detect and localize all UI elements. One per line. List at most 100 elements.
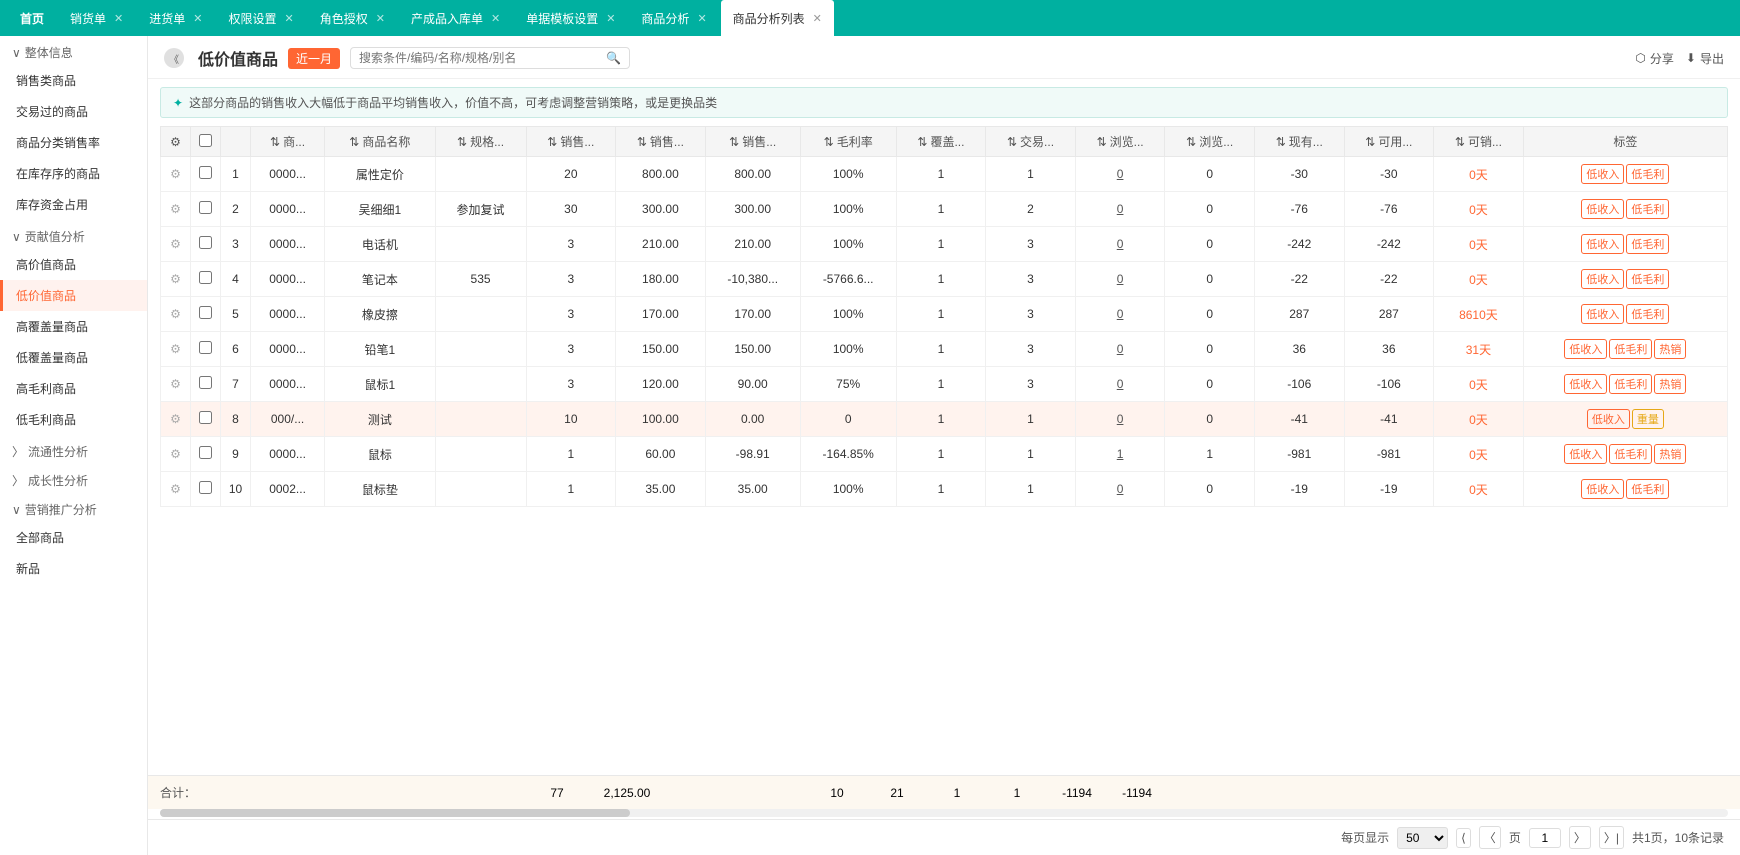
filter-tag-button[interactable]: 近一月 <box>288 48 340 69</box>
row-checkbox-cell[interactable] <box>191 262 221 297</box>
close-icon[interactable]: ✕ <box>813 12 822 25</box>
next-page-button[interactable]: 〉 <box>1569 826 1591 849</box>
row-checkbox[interactable] <box>199 236 212 249</box>
browse1-link[interactable]: 1 <box>1117 447 1124 461</box>
available-column-header[interactable]: ⇅可用... <box>1344 127 1434 157</box>
browse1-column-header[interactable]: ⇅浏览... <box>1075 127 1165 157</box>
sidebar-item-low-margin[interactable]: 低毛利商品 <box>0 404 147 435</box>
margin-column-header[interactable]: ⇅毛利率 <box>800 127 896 157</box>
sidebar-group-overall[interactable]: ∨ 整体信息 <box>0 36 147 65</box>
row-settings[interactable]: ⚙ <box>161 367 191 402</box>
nav-goods-analysis[interactable]: 商品分析 ✕ <box>629 0 718 36</box>
browse1-link[interactable]: 0 <box>1117 167 1124 181</box>
scrollbar-thumb[interactable] <box>160 809 630 817</box>
code-column-header[interactable]: ⇅商... <box>251 127 325 157</box>
sidebar-item-low-coverage[interactable]: 低覆盖量商品 <box>0 342 147 373</box>
sidebar-item-traded-goods[interactable]: 交易过的商品 <box>0 96 147 127</box>
row-settings[interactable]: ⚙ <box>161 332 191 367</box>
saleable-column-header[interactable]: ⇅可销... <box>1434 127 1524 157</box>
nav-home[interactable]: 首页 <box>8 0 56 36</box>
checkbox-column-header[interactable] <box>191 127 221 157</box>
row-checkbox[interactable] <box>199 201 212 214</box>
close-icon[interactable]: ✕ <box>376 12 385 25</box>
current-column-header[interactable]: ⇅现有... <box>1254 127 1344 157</box>
browse1-link[interactable]: 0 <box>1117 342 1124 356</box>
select-all-checkbox[interactable] <box>199 134 212 147</box>
sidebar-item-sales-goods[interactable]: 销售类商品 <box>0 65 147 96</box>
row-checkbox[interactable] <box>199 341 212 354</box>
nav-permission[interactable]: 权限设置 ✕ <box>216 0 305 36</box>
browse1-link[interactable]: 0 <box>1117 377 1124 391</box>
close-icon[interactable]: ✕ <box>114 12 123 25</box>
sidebar-item-instock-goods[interactable]: 在库存序的商品 <box>0 158 147 189</box>
close-icon[interactable]: ✕ <box>193 12 202 25</box>
first-page-button[interactable]: ⟨ <box>1456 828 1471 848</box>
row-settings[interactable]: ⚙ <box>161 157 191 192</box>
browse1-link[interactable]: 0 <box>1117 237 1124 251</box>
page-number-input[interactable] <box>1529 828 1561 848</box>
export-button[interactable]: ⬇ 导出 <box>1686 50 1724 67</box>
sidebar-item-category-rate[interactable]: 商品分类销售率 <box>0 127 147 158</box>
prev-page-button[interactable]: 〈 <box>1479 826 1501 849</box>
row-settings[interactable]: ⚙ <box>161 262 191 297</box>
row-settings[interactable]: ⚙ <box>161 472 191 507</box>
row-checkbox-cell[interactable] <box>191 297 221 332</box>
browse1-link[interactable]: 0 <box>1117 412 1124 426</box>
row-checkbox[interactable] <box>199 166 212 179</box>
row-settings[interactable]: ⚙ <box>161 437 191 472</box>
row-checkbox[interactable] <box>199 411 212 424</box>
nav-salesorder[interactable]: 销货单 ✕ <box>58 0 135 36</box>
last-page-button[interactable]: 〉| <box>1599 826 1624 849</box>
browse1-link[interactable]: 0 <box>1117 272 1124 286</box>
sidebar-item-new-goods[interactable]: 新品 <box>0 553 147 584</box>
page-size-select[interactable]: 50 100 200 <box>1397 827 1448 849</box>
row-checkbox[interactable] <box>199 481 212 494</box>
nav-goods-analysis-list[interactable]: 商品分析列表 ✕ <box>721 0 834 36</box>
row-checkbox-cell[interactable] <box>191 437 221 472</box>
row-checkbox-cell[interactable] <box>191 472 221 507</box>
close-icon[interactable]: ✕ <box>491 12 500 25</box>
nav-roleauth[interactable]: 角色授权 ✕ <box>308 0 397 36</box>
sales-price-column-header[interactable]: ⇅销售... <box>616 127 706 157</box>
spec-column-header[interactable]: ⇅规格... <box>435 127 526 157</box>
sidebar-group-marketing[interactable]: ∨ 营销推广分析 <box>0 493 147 522</box>
row-settings[interactable]: ⚙ <box>161 227 191 262</box>
row-checkbox-cell[interactable] <box>191 192 221 227</box>
sidebar-group-growth[interactable]: 〉 成长性分析 <box>0 464 147 493</box>
search-input[interactable] <box>359 51 602 65</box>
horizontal-scrollbar[interactable] <box>160 809 1728 817</box>
row-settings[interactable]: ⚙ <box>161 402 191 437</box>
row-checkbox[interactable] <box>199 306 212 319</box>
row-checkbox-cell[interactable] <box>191 157 221 192</box>
row-checkbox-cell[interactable] <box>191 332 221 367</box>
sidebar-item-high-value[interactable]: 高价值商品 <box>0 249 147 280</box>
browse1-link[interactable]: 0 <box>1117 307 1124 321</box>
sidebar-item-high-margin[interactable]: 高毛利商品 <box>0 373 147 404</box>
row-checkbox-cell[interactable] <box>191 367 221 402</box>
sidebar-item-low-value[interactable]: 低价值商品 <box>0 280 147 311</box>
transaction-column-header[interactable]: ⇅交易... <box>986 127 1076 157</box>
close-icon[interactable]: ✕ <box>285 12 294 25</box>
sidebar-item-all-goods[interactable]: 全部商品 <box>0 522 147 553</box>
search-icon[interactable]: 🔍 <box>606 51 621 65</box>
browse2-column-header[interactable]: ⇅浏览... <box>1165 127 1255 157</box>
nav-purchaseorder[interactable]: 进货单 ✕ <box>137 0 214 36</box>
sidebar-item-stock-capital[interactable]: 库存资金占用 <box>0 189 147 220</box>
row-checkbox[interactable] <box>199 376 212 389</box>
sidebar-collapse-button[interactable]: 《 <box>164 48 184 68</box>
nav-product-instock[interactable]: 产成品入库单 ✕ <box>399 0 512 36</box>
name-column-header[interactable]: ⇅商品名称 <box>325 127 435 157</box>
row-settings[interactable]: ⚙ <box>161 192 191 227</box>
browse1-link[interactable]: 0 <box>1117 482 1124 496</box>
sales-amount-column-header[interactable]: ⇅销售... <box>705 127 800 157</box>
browse1-link[interactable]: 0 <box>1117 202 1124 216</box>
sidebar-item-high-coverage[interactable]: 高覆盖量商品 <box>0 311 147 342</box>
share-button[interactable]: ⬡ 分享 <box>1635 50 1674 67</box>
row-checkbox[interactable] <box>199 446 212 459</box>
row-checkbox[interactable] <box>199 271 212 284</box>
row-checkbox-cell[interactable] <box>191 402 221 437</box>
close-icon[interactable]: ✕ <box>606 12 615 25</box>
settings-column-header[interactable]: ⚙ <box>161 127 191 157</box>
sidebar-group-liquidity[interactable]: 〉 流通性分析 <box>0 435 147 464</box>
coverage-column-header[interactable]: ⇅覆盖... <box>896 127 986 157</box>
